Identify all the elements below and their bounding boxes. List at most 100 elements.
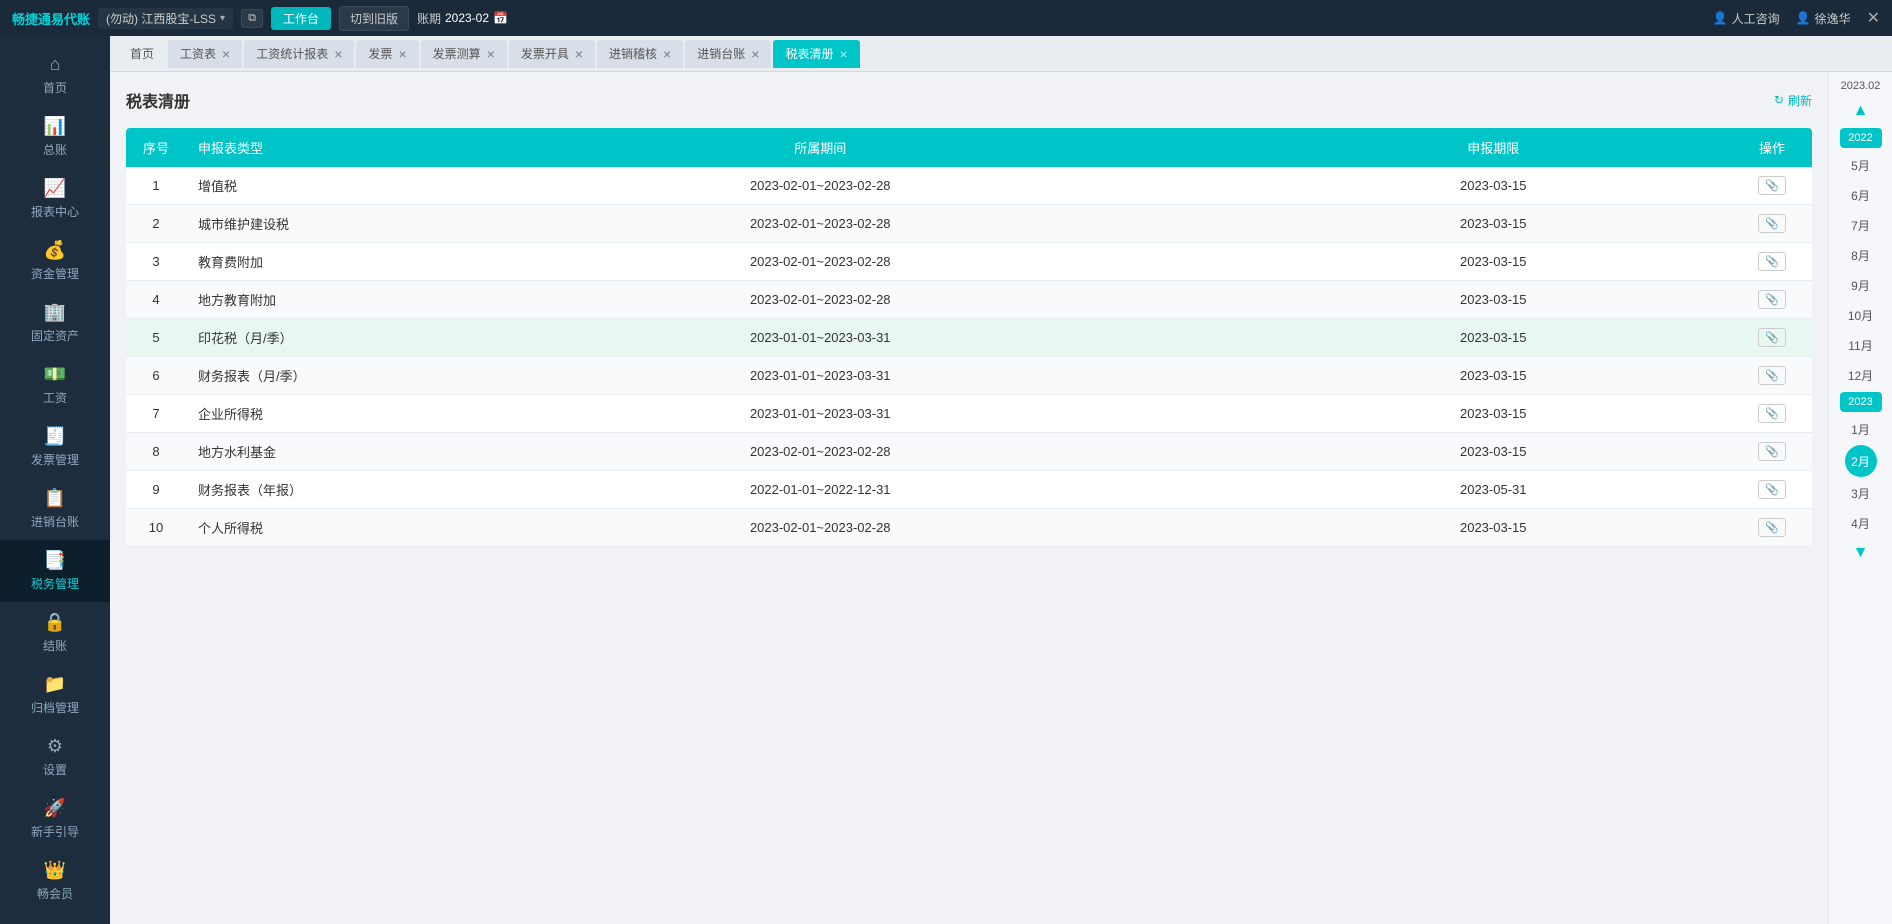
sidebar-item-settings[interactable]: ⚙ 设置 xyxy=(0,726,110,788)
sidebar-item-label: 结账 xyxy=(43,637,67,654)
cell-deadline: 2023-03-15 xyxy=(1254,357,1732,395)
date-panel-nav-down[interactable]: ▼ xyxy=(1829,538,1892,568)
cell-seq: 4 xyxy=(126,281,186,319)
cell-type: 财务报表（月/季） xyxy=(186,357,386,395)
chevron-up-icon[interactable]: ▲ xyxy=(1853,98,1869,124)
sidebar-item-guide[interactable]: 🚀 新手引导 xyxy=(0,788,110,850)
action-button[interactable]: 📎 xyxy=(1758,328,1786,347)
month-9[interactable]: 9月 xyxy=(1835,271,1887,299)
tab-invoice[interactable]: 发票 × xyxy=(356,40,418,68)
tab-invoice-calc[interactable]: 发票测算 × xyxy=(421,40,507,68)
cell-deadline: 2023-03-15 xyxy=(1254,433,1732,471)
cell-action: 📎 xyxy=(1732,509,1812,547)
top-bar-right: 👤 人工咨询 👤 徐逸华 ✕ xyxy=(1713,8,1880,28)
action-button[interactable]: 📎 xyxy=(1758,214,1786,233)
sidebar-item-archive[interactable]: 📁 归档管理 xyxy=(0,664,110,726)
month-5[interactable]: 5月 xyxy=(1835,151,1887,179)
tab-close-icon[interactable]: × xyxy=(575,46,583,62)
month-6[interactable]: 6月 xyxy=(1835,181,1887,209)
cell-type: 增值税 xyxy=(186,167,386,205)
cell-period: 2023-02-01~2023-02-28 xyxy=(386,509,1254,547)
funds-icon: 💰 xyxy=(44,240,66,261)
cell-type: 城市维护建设税 xyxy=(186,205,386,243)
action-button[interactable]: 📎 xyxy=(1758,404,1786,423)
settings-icon: ⚙ xyxy=(47,736,63,757)
user-profile[interactable]: 👤 徐逸华 xyxy=(1796,10,1851,27)
sidebar-item-assets[interactable]: 🏢 固定资产 xyxy=(0,292,110,354)
tab-close-icon[interactable]: × xyxy=(222,46,230,62)
cell-action: 📎 xyxy=(1732,471,1812,509)
tab-close-icon[interactable]: × xyxy=(487,46,495,62)
month-11[interactable]: 11月 xyxy=(1835,331,1887,359)
tab-close-icon[interactable]: × xyxy=(398,46,406,62)
tab-in-out-ledger[interactable]: 进销台账 × xyxy=(685,40,771,68)
closing-icon: 🔒 xyxy=(44,612,66,633)
month-1[interactable]: 1月 xyxy=(1835,415,1887,443)
tab-close-icon[interactable]: × xyxy=(334,46,342,62)
workspace-button[interactable]: 工作台 xyxy=(271,7,331,30)
year-2022-label: 2022 xyxy=(1840,128,1882,148)
action-button[interactable]: 📎 xyxy=(1758,480,1786,499)
action-button[interactable]: 📎 xyxy=(1758,518,1786,537)
month-10[interactable]: 10月 xyxy=(1835,301,1887,329)
month-2-active[interactable]: 2月 xyxy=(1845,445,1877,477)
tab-invoice-open[interactable]: 发票开具 × xyxy=(509,40,595,68)
month-8[interactable]: 8月 xyxy=(1835,241,1887,269)
sidebar-item-salary[interactable]: 💵 工资 xyxy=(0,354,110,416)
cell-type: 企业所得税 xyxy=(186,395,386,433)
tab-salary-stat[interactable]: 工资统计报表 × xyxy=(244,40,354,68)
refresh-button[interactable]: ↻ 刷新 xyxy=(1774,92,1812,109)
sidebar-item-home[interactable]: ⌂ 首页 xyxy=(0,44,110,106)
user-service[interactable]: 👤 人工咨询 xyxy=(1713,10,1780,27)
tab-salary[interactable]: 工资表 × xyxy=(168,40,242,68)
cell-action: 📎 xyxy=(1732,357,1812,395)
assets-icon: 🏢 xyxy=(44,302,66,323)
tab-home[interactable]: 首页 xyxy=(118,40,166,68)
action-button[interactable]: 📎 xyxy=(1758,176,1786,195)
sidebar-item-closing[interactable]: 🔒 结账 xyxy=(0,602,110,664)
tab-close-icon[interactable]: × xyxy=(751,46,759,62)
chevron-down-icon[interactable]: ▼ xyxy=(1853,540,1869,566)
old-version-button[interactable]: 切到旧版 xyxy=(339,6,409,31)
cell-type: 个人所得税 xyxy=(186,509,386,547)
date-panel-nav-up[interactable]: ▲ xyxy=(1829,96,1892,126)
sidebar-item-label: 新手引导 xyxy=(31,823,79,840)
cell-deadline: 2023-03-15 xyxy=(1254,281,1732,319)
tab-in-out-check[interactable]: 进销稽核 × xyxy=(597,40,683,68)
sidebar-item-label: 畅会员 xyxy=(37,885,73,902)
sidebar-item-ledger[interactable]: 📊 总账 xyxy=(0,106,110,168)
page-content: 税表清册 ↻ 刷新 序号 申报表类型 所属期间 申报期限 操作 xyxy=(110,72,1828,924)
month-3[interactable]: 3月 xyxy=(1835,479,1887,507)
company-selector[interactable]: (勿动) 江西股宝-LSS ▾ xyxy=(98,8,233,29)
close-button[interactable]: ✕ xyxy=(1867,8,1880,28)
month-7[interactable]: 7月 xyxy=(1835,211,1887,239)
action-button[interactable]: 📎 xyxy=(1758,366,1786,385)
sidebar-item-reports[interactable]: 📈 报表中心 xyxy=(0,168,110,230)
cell-period: 2023-01-01~2023-03-31 xyxy=(386,395,1254,433)
action-button[interactable]: 📎 xyxy=(1758,252,1786,271)
cell-seq: 8 xyxy=(126,433,186,471)
action-button[interactable]: 📎 xyxy=(1758,290,1786,309)
sidebar-item-reconcile[interactable]: 📋 进销台账 xyxy=(0,478,110,540)
sidebar-item-label: 进销台账 xyxy=(31,513,79,530)
tab-close-icon[interactable]: × xyxy=(839,46,847,62)
cell-action: 📎 xyxy=(1732,395,1812,433)
action-button[interactable]: 📎 xyxy=(1758,442,1786,461)
sidebar-item-funds[interactable]: 💰 资金管理 xyxy=(0,230,110,292)
reconcile-icon: 📋 xyxy=(44,488,66,509)
sidebar-item-invoice[interactable]: 🧾 发票管理 xyxy=(0,416,110,478)
sidebar-item-member[interactable]: 👑 畅会员 xyxy=(0,850,110,912)
col-action: 操作 xyxy=(1732,128,1812,167)
sidebar-item-tax[interactable]: 📑 税务管理 xyxy=(0,540,110,602)
tab-tax-list[interactable]: 税表清册 × xyxy=(773,40,859,68)
table-row: 1 增值税 2023-02-01~2023-02-28 2023-03-15 📎 xyxy=(126,167,1812,205)
table-row: 5 印花税（月/季） 2023-01-01~2023-03-31 2023-03… xyxy=(126,319,1812,357)
copy-button[interactable]: ⧉ xyxy=(241,9,263,28)
table-row: 8 地方水利基金 2023-02-01~2023-02-28 2023-03-1… xyxy=(126,433,1812,471)
calendar-icon[interactable]: 📅 xyxy=(493,11,508,25)
sidebar-item-label: 固定资产 xyxy=(31,327,79,344)
sidebar-item-label: 归档管理 xyxy=(31,699,79,716)
month-4[interactable]: 4月 xyxy=(1835,509,1887,537)
tab-close-icon[interactable]: × xyxy=(663,46,671,62)
month-12[interactable]: 12月 xyxy=(1835,361,1887,389)
